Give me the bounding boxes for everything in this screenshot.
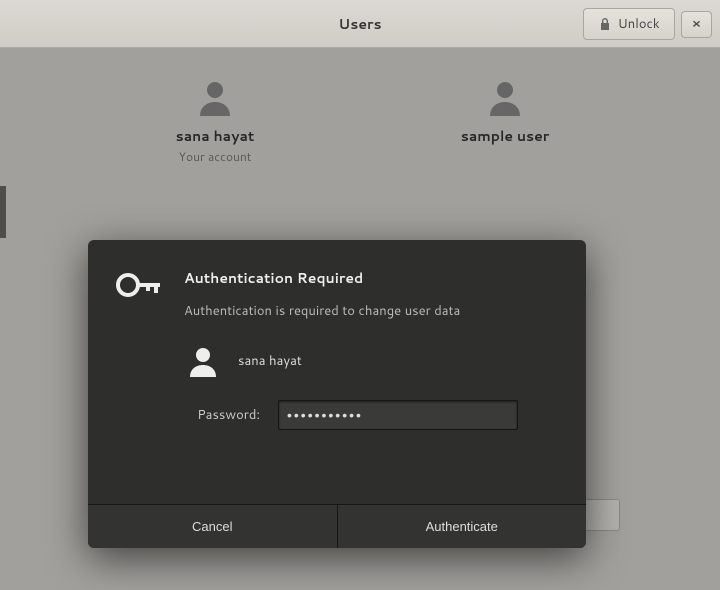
auth-dialog-body: Authentication Required Authentication i…	[88, 240, 586, 504]
close-icon: ×	[692, 18, 701, 31]
auth-header-text: Authentication Required Authentication i…	[184, 268, 460, 320]
auth-message: Authentication is required to change use…	[184, 302, 460, 320]
key-icon	[116, 272, 162, 298]
password-row: Password:	[116, 400, 558, 480]
password-input[interactable]	[278, 400, 518, 430]
lock-icon	[598, 17, 612, 31]
auth-username: sana hayat	[238, 352, 302, 370]
auth-dialog: Authentication Required Authentication i…	[88, 240, 586, 548]
authenticate-button[interactable]: Authenticate	[338, 505, 587, 548]
header-actions: Unlock ×	[583, 8, 712, 40]
auth-actions: Cancel Authenticate	[88, 504, 586, 548]
auth-user-row: sana hayat	[186, 344, 558, 378]
header-bar: Users Unlock ×	[0, 0, 720, 48]
unlock-button[interactable]: Unlock	[583, 8, 675, 40]
auth-title: Authentication Required	[184, 268, 460, 288]
window-title: Users	[338, 14, 381, 34]
unlock-label: Unlock	[618, 15, 660, 33]
close-button[interactable]: ×	[681, 11, 712, 38]
user-icon	[186, 344, 220, 378]
password-label: Password:	[186, 406, 260, 424]
auth-header: Authentication Required Authentication i…	[116, 268, 558, 320]
users-window: Users Unlock × sana hayat Your account	[0, 0, 720, 590]
content-area: sana hayat Your account sample user Last…	[0, 48, 720, 590]
cancel-button[interactable]: Cancel	[88, 505, 338, 548]
